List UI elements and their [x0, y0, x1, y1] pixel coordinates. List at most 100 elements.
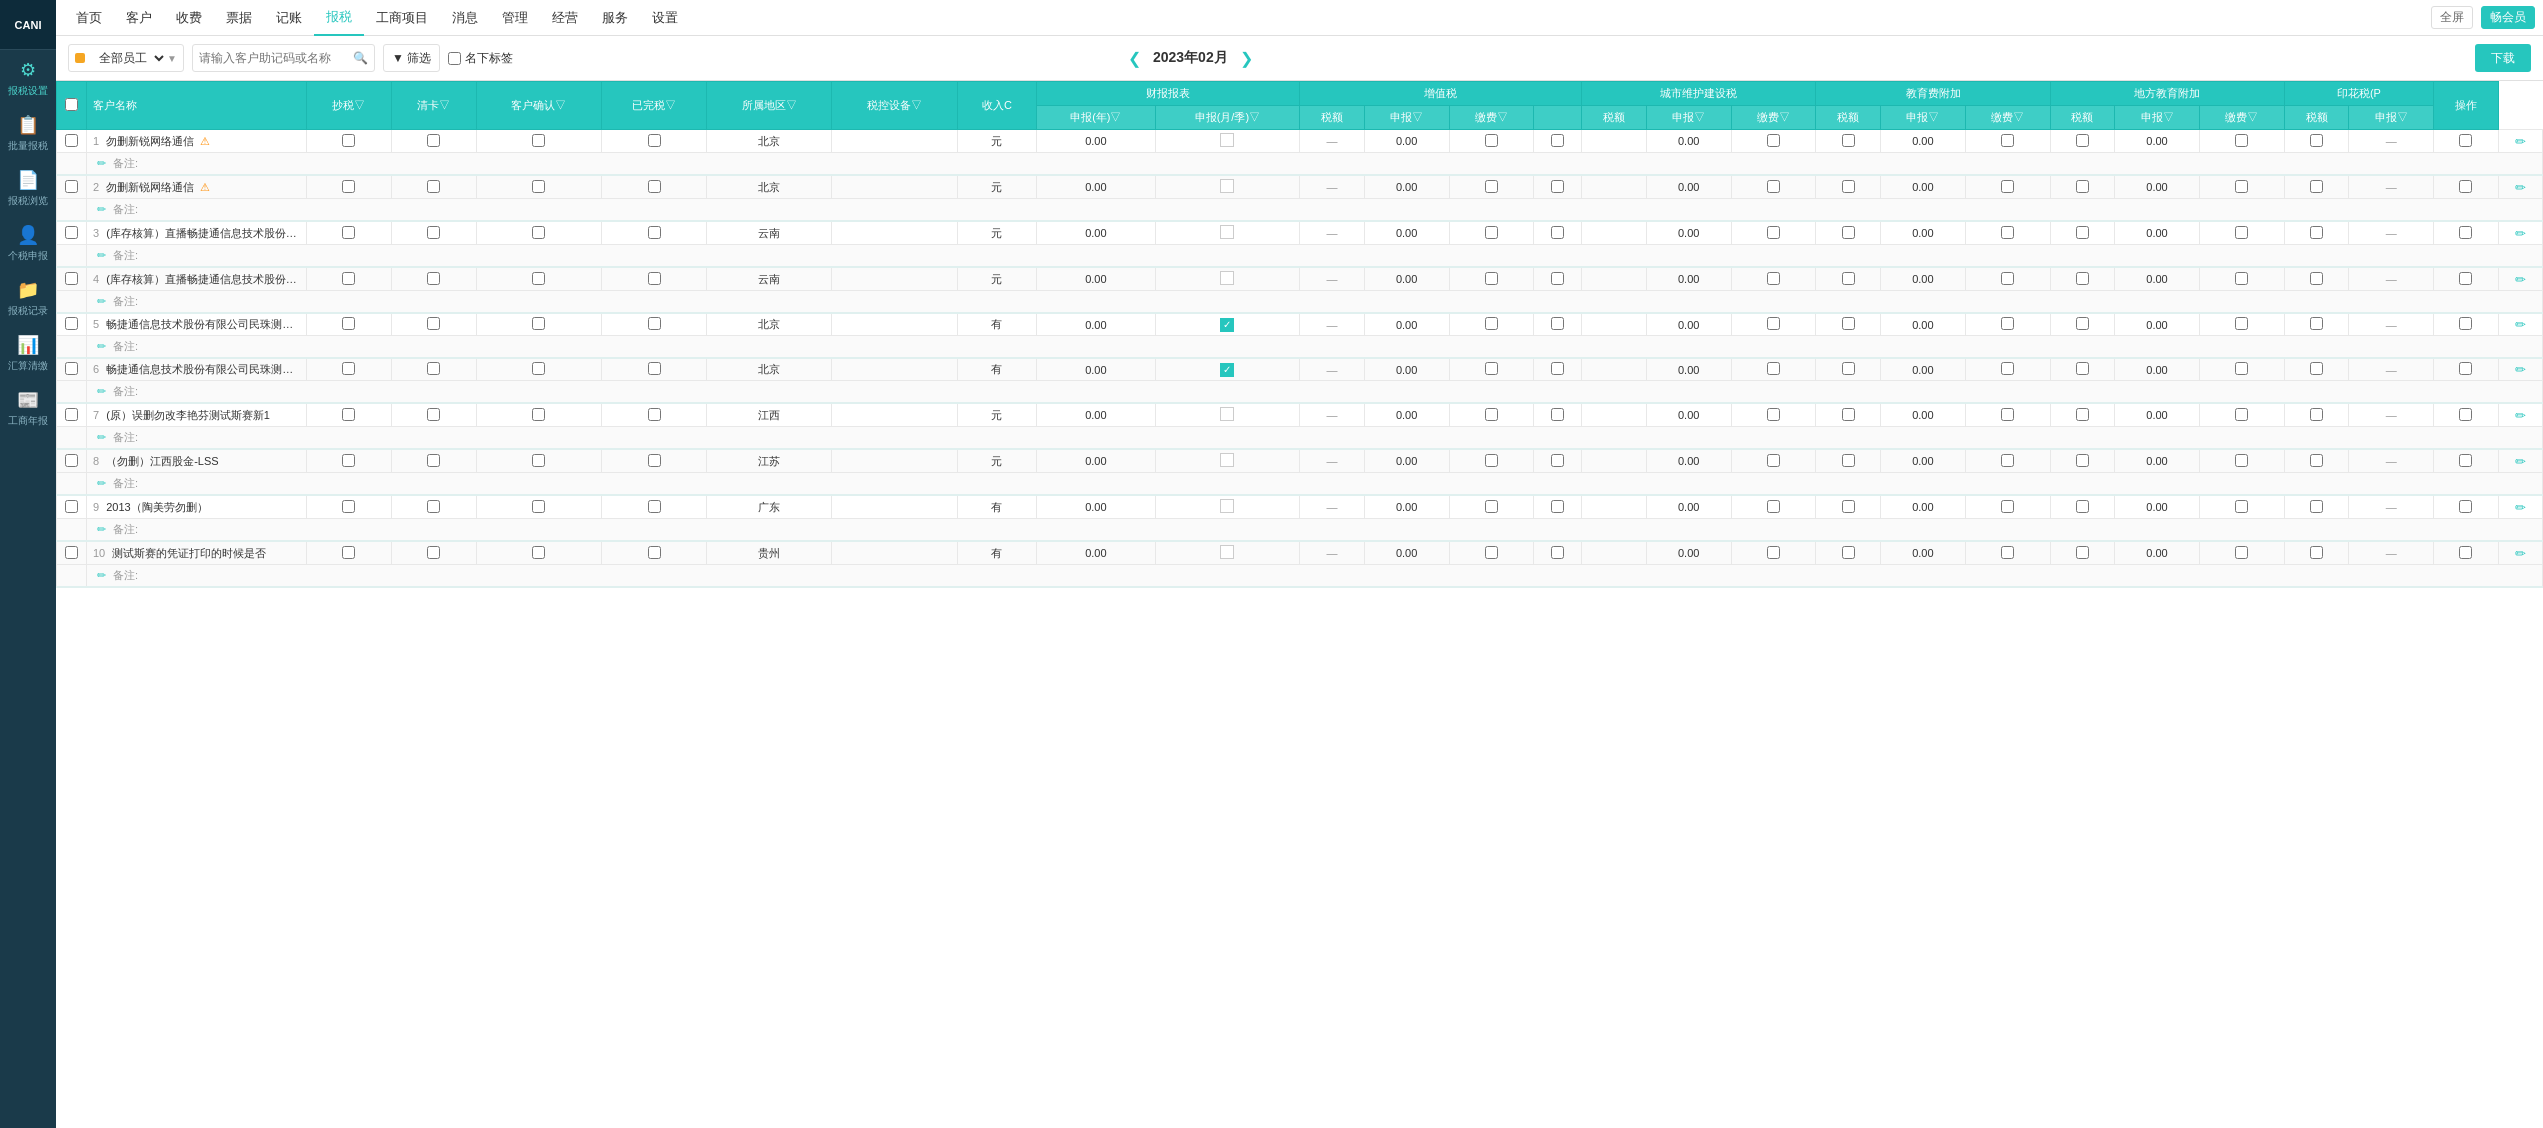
zengzhi-jf-cell[interactable] — [1534, 495, 1582, 519]
difang-sb-cell[interactable] — [2199, 495, 2284, 519]
chengshi-sb-cell[interactable] — [1731, 221, 1816, 245]
difang-sb-cell[interactable] — [2199, 313, 2284, 336]
operation-cell[interactable]: ✏ — [2498, 313, 2542, 336]
nav-industrial[interactable]: 工商项目 — [364, 0, 440, 36]
difang-jf-cell[interactable] — [2284, 495, 2349, 519]
zengzhi-sb-cell[interactable] — [1449, 267, 1534, 291]
jiaoyu-sb-cell[interactable] — [1965, 449, 2050, 473]
zengzhi-sb-cell[interactable] — [1449, 221, 1534, 245]
difang-sb-cell[interactable] — [2199, 267, 2284, 291]
nav-tax[interactable]: 报税 — [314, 0, 364, 36]
employee-select[interactable]: 全部员工 — [91, 45, 167, 71]
paid-cell[interactable] — [602, 495, 707, 519]
chaoshui-cell[interactable] — [307, 313, 392, 336]
jiaoyu-sb-cell[interactable] — [1965, 358, 2050, 381]
chaoshui-cell[interactable] — [307, 541, 392, 565]
nav-service[interactable]: 服务 — [590, 0, 640, 36]
zengzhi-sb-cell[interactable] — [1449, 358, 1534, 381]
row-checkbox[interactable] — [65, 317, 78, 330]
caibao-year-cell[interactable] — [1155, 449, 1300, 473]
jiaoyu-jf-cell[interactable] — [2050, 403, 2115, 427]
note-edit-icon[interactable]: ✏ — [97, 157, 106, 169]
sidebar-item-annual-report[interactable]: 📰 工商年报 — [0, 380, 56, 435]
nav-invoice[interactable]: 票据 — [214, 0, 264, 36]
nav-operation[interactable]: 经营 — [540, 0, 590, 36]
paid-cell[interactable] — [602, 358, 707, 381]
chaoshui-cell[interactable] — [307, 130, 392, 153]
confirm-cell[interactable] — [476, 449, 601, 473]
jiaoyu-sb-cell[interactable] — [1965, 403, 2050, 427]
difang-jf-cell[interactable] — [2284, 267, 2349, 291]
sidebar-item-batch-tax[interactable]: 📋 批量报税 — [0, 105, 56, 160]
row-checkbox-cell[interactable] — [57, 495, 87, 519]
chengshi-jf-cell[interactable] — [1816, 541, 1881, 565]
name-tag-checkbox[interactable] — [448, 52, 461, 65]
download-button[interactable]: 下载 — [2475, 44, 2531, 72]
jiaoyu-sb-cell[interactable] — [1965, 495, 2050, 519]
edit-icon[interactable]: ✏ — [2515, 408, 2526, 423]
caibao-year-cell[interactable] — [1155, 541, 1300, 565]
qingka-cell[interactable] — [391, 358, 476, 381]
nav-customer[interactable]: 客户 — [114, 0, 164, 36]
paid-cell[interactable] — [602, 403, 707, 427]
operation-cell[interactable]: ✏ — [2498, 358, 2542, 381]
jiaoyu-jf-cell[interactable] — [2050, 221, 2115, 245]
prev-month-button[interactable]: ❮ — [1128, 49, 1141, 68]
yinhua-sb-cell[interactable] — [2434, 221, 2499, 245]
chengshi-jf-cell[interactable] — [1816, 267, 1881, 291]
note-edit-icon[interactable]: ✏ — [97, 295, 106, 307]
confirm-cell[interactable] — [476, 403, 601, 427]
zengzhi-sb-cell[interactable] — [1449, 449, 1534, 473]
difang-jf-cell[interactable] — [2284, 449, 2349, 473]
edit-icon[interactable]: ✏ — [2515, 180, 2526, 195]
nav-message[interactable]: 消息 — [440, 0, 490, 36]
jiaoyu-jf-cell[interactable] — [2050, 495, 2115, 519]
nav-settings[interactable]: 设置 — [640, 0, 690, 36]
chengshi-jf-cell[interactable] — [1816, 358, 1881, 381]
row-checkbox[interactable] — [65, 134, 78, 147]
chengshi-sb-cell[interactable] — [1731, 541, 1816, 565]
zengzhi-sb-cell[interactable] — [1449, 403, 1534, 427]
qingka-cell[interactable] — [391, 267, 476, 291]
note-edit-icon[interactable]: ✏ — [97, 569, 106, 581]
chaoshui-cell[interactable] — [307, 449, 392, 473]
chengshi-jf-cell[interactable] — [1816, 130, 1881, 153]
operation-cell[interactable]: ✏ — [2498, 403, 2542, 427]
search-box[interactable]: 🔍 — [192, 44, 375, 72]
row-checkbox[interactable] — [65, 362, 78, 375]
difang-sb-cell[interactable] — [2199, 130, 2284, 153]
jiaoyu-jf-cell[interactable] — [2050, 449, 2115, 473]
note-edit-icon[interactable]: ✏ — [97, 203, 106, 215]
difang-jf-cell[interactable] — [2284, 313, 2349, 336]
nav-manage[interactable]: 管理 — [490, 0, 540, 36]
difang-jf-cell[interactable] — [2284, 130, 2349, 153]
yinhua-sb-cell[interactable] — [2434, 313, 2499, 336]
zengzhi-sb-cell[interactable] — [1449, 541, 1534, 565]
qingka-cell[interactable] — [391, 495, 476, 519]
chengshi-jf-cell[interactable] — [1816, 449, 1881, 473]
vip-button[interactable]: 畅会员 — [2481, 6, 2535, 29]
caibao-year-cell[interactable]: ✓ — [1155, 313, 1300, 336]
caibao-year-cell[interactable] — [1155, 267, 1300, 291]
row-checkbox-cell[interactable] — [57, 221, 87, 245]
row-checkbox-cell[interactable] — [57, 267, 87, 291]
sidebar-item-summary[interactable]: 📊 汇算清缴 — [0, 325, 56, 380]
row-checkbox[interactable] — [65, 408, 78, 421]
difang-sb-cell[interactable] — [2199, 449, 2284, 473]
row-checkbox-cell[interactable] — [57, 175, 87, 199]
jiaoyu-jf-cell[interactable] — [2050, 541, 2115, 565]
nav-home[interactable]: 首页 — [64, 0, 114, 36]
difang-jf-cell[interactable] — [2284, 403, 2349, 427]
chengshi-jf-cell[interactable] — [1816, 175, 1881, 199]
filter-button[interactable]: ▼ 筛选 — [383, 44, 440, 72]
note-edit-icon[interactable]: ✏ — [97, 523, 106, 535]
confirm-cell[interactable] — [476, 358, 601, 381]
edit-icon[interactable]: ✏ — [2515, 362, 2526, 377]
jiaoyu-jf-cell[interactable] — [2050, 267, 2115, 291]
difang-jf-cell[interactable] — [2284, 175, 2349, 199]
paid-cell[interactable] — [602, 221, 707, 245]
difang-jf-cell[interactable] — [2284, 541, 2349, 565]
nav-bookkeep[interactable]: 记账 — [264, 0, 314, 36]
row-checkbox[interactable] — [65, 454, 78, 467]
edit-icon[interactable]: ✏ — [2515, 317, 2526, 332]
